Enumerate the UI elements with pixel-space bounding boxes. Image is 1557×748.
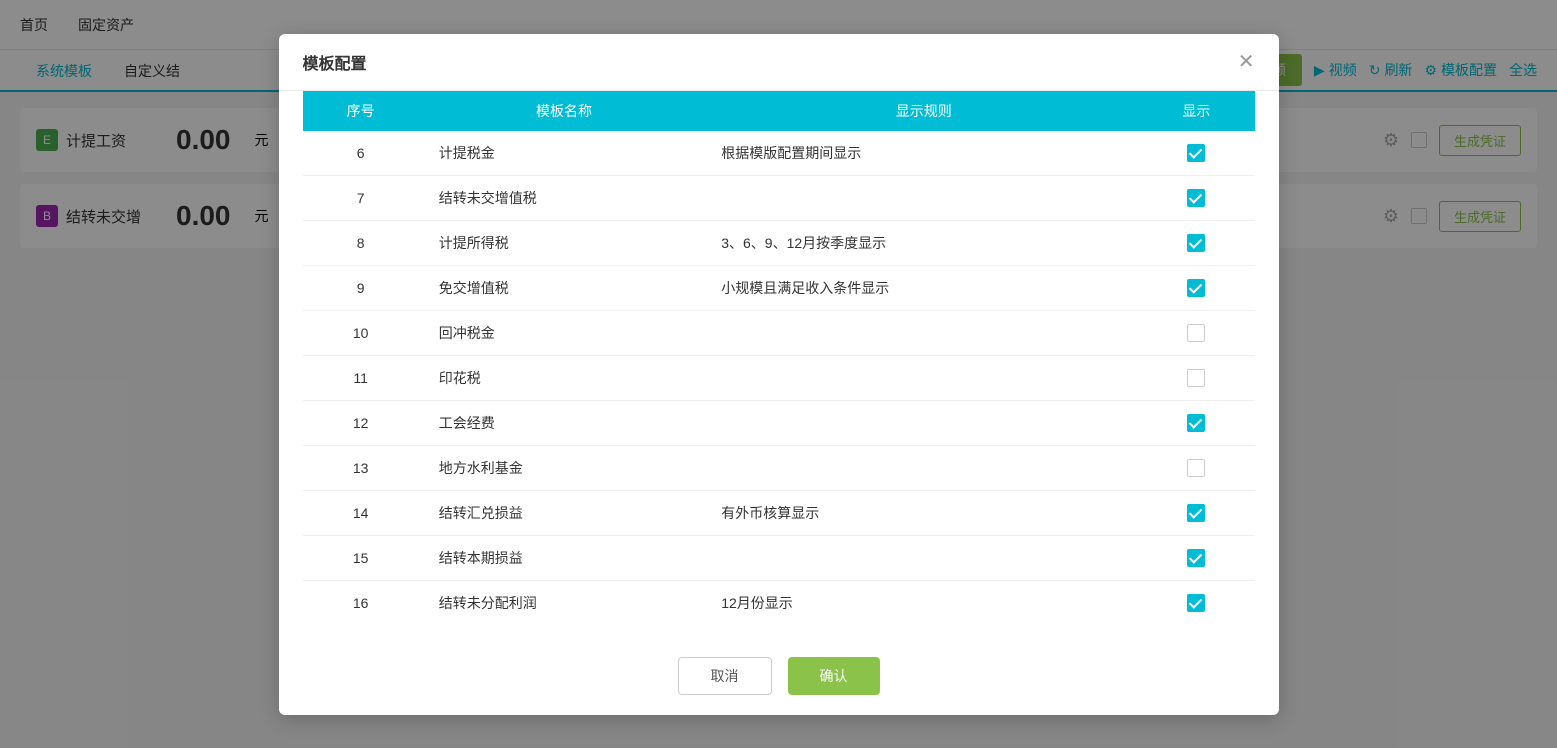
row-id-10: 16 (303, 580, 419, 625)
table-row: 12工会经费 (303, 400, 1255, 445)
row-rule-0: 根据模版配置期间显示 (709, 131, 1138, 176)
table-row: 16结转未分配利润12月份显示 (303, 580, 1255, 625)
row-rule-4 (709, 310, 1138, 355)
row-id-5: 11 (303, 355, 419, 400)
table-row: 10回冲税金 (303, 310, 1255, 355)
row-rule-1 (709, 175, 1138, 220)
row-name-6: 工会经费 (419, 400, 710, 445)
row-name-10: 结转未分配利润 (419, 580, 710, 625)
row-check-cell-4 (1138, 310, 1254, 355)
row-check-cell-1 (1138, 175, 1254, 220)
modal-body: 序号 模板名称 显示规则 显示 6计提税金根据模版配置期间显示7结转未交增值税8… (279, 91, 1279, 641)
row-name-4: 回冲税金 (419, 310, 710, 355)
row-id-6: 12 (303, 400, 419, 445)
row-check-cell-0 (1138, 131, 1254, 176)
row-checkbox-5[interactable] (1187, 369, 1205, 387)
modal-footer: 取消 确认 (279, 641, 1279, 715)
row-name-7: 地方水利基金 (419, 445, 710, 490)
modal-overlay: 模板配置 ✕ 序号 模板名称 显示规则 显示 6计提税金根据模版配置期间显示7结… (0, 0, 1557, 748)
row-check-cell-9 (1138, 535, 1254, 580)
table-row: 13地方水利基金 (303, 445, 1255, 490)
modal-title: 模板配置 (303, 50, 367, 74)
row-checkbox-7[interactable] (1187, 459, 1205, 477)
row-checkbox-8[interactable] (1187, 504, 1205, 522)
table-row: 9免交增值税小规模且满足收入条件显示 (303, 265, 1255, 310)
row-id-3: 9 (303, 265, 419, 310)
col-header-name: 模板名称 (419, 91, 710, 131)
row-checkbox-6[interactable] (1187, 414, 1205, 432)
row-name-5: 印花税 (419, 355, 710, 400)
row-rule-7 (709, 445, 1138, 490)
row-name-2: 计提所得税 (419, 220, 710, 265)
row-check-cell-3 (1138, 265, 1254, 310)
row-check-cell-2 (1138, 220, 1254, 265)
table-row: 14结转汇兑损益有外币核算显示 (303, 490, 1255, 535)
row-name-0: 计提税金 (419, 131, 710, 176)
row-check-cell-7 (1138, 445, 1254, 490)
col-header-rule: 显示规则 (709, 91, 1138, 131)
row-checkbox-0[interactable] (1187, 144, 1205, 162)
row-checkbox-3[interactable] (1187, 279, 1205, 297)
row-checkbox-2[interactable] (1187, 234, 1205, 252)
row-rule-2: 3、6、9、12月按季度显示 (709, 220, 1138, 265)
row-id-0: 6 (303, 131, 419, 176)
row-name-9: 结转本期损益 (419, 535, 710, 580)
row-id-4: 10 (303, 310, 419, 355)
row-id-2: 8 (303, 220, 419, 265)
row-checkbox-4[interactable] (1187, 324, 1205, 342)
row-check-cell-6 (1138, 400, 1254, 445)
row-rule-6 (709, 400, 1138, 445)
row-check-cell-5 (1138, 355, 1254, 400)
table-row: 7结转未交增值税 (303, 175, 1255, 220)
row-check-cell-8 (1138, 490, 1254, 535)
row-rule-3: 小规模且满足收入条件显示 (709, 265, 1138, 310)
row-checkbox-1[interactable] (1187, 189, 1205, 207)
table-row: 8计提所得税3、6、9、12月按季度显示 (303, 220, 1255, 265)
row-name-3: 免交增值税 (419, 265, 710, 310)
cancel-button[interactable]: 取消 (678, 657, 772, 695)
row-name-1: 结转未交增值税 (419, 175, 710, 220)
background-page: 首页 固定资产 系统模板 自定义结 测算金额 ▶ 视频 ↻ 刷新 ⚙ 模板配置 … (0, 0, 1557, 748)
row-id-9: 15 (303, 535, 419, 580)
config-table: 序号 模板名称 显示规则 显示 6计提税金根据模版配置期间显示7结转未交增值税8… (303, 91, 1255, 625)
table-row: 6计提税金根据模版配置期间显示 (303, 131, 1255, 176)
row-check-cell-10 (1138, 580, 1254, 625)
row-id-8: 14 (303, 490, 419, 535)
row-id-1: 7 (303, 175, 419, 220)
row-rule-5 (709, 355, 1138, 400)
table-row: 11印花税 (303, 355, 1255, 400)
table-row: 15结转本期损益 (303, 535, 1255, 580)
template-config-modal: 模板配置 ✕ 序号 模板名称 显示规则 显示 6计提税金根据模版配置期间显示7结… (279, 34, 1279, 715)
modal-close-button[interactable]: ✕ (1238, 52, 1255, 72)
row-id-7: 13 (303, 445, 419, 490)
row-rule-10: 12月份显示 (709, 580, 1138, 625)
row-checkbox-10[interactable] (1187, 594, 1205, 612)
row-name-8: 结转汇兑损益 (419, 490, 710, 535)
confirm-button[interactable]: 确认 (788, 657, 880, 695)
col-header-id: 序号 (303, 91, 419, 131)
row-checkbox-9[interactable] (1187, 549, 1205, 567)
row-rule-8: 有外币核算显示 (709, 490, 1138, 535)
modal-header: 模板配置 ✕ (279, 34, 1279, 91)
col-header-show: 显示 (1138, 91, 1254, 131)
row-rule-9 (709, 535, 1138, 580)
